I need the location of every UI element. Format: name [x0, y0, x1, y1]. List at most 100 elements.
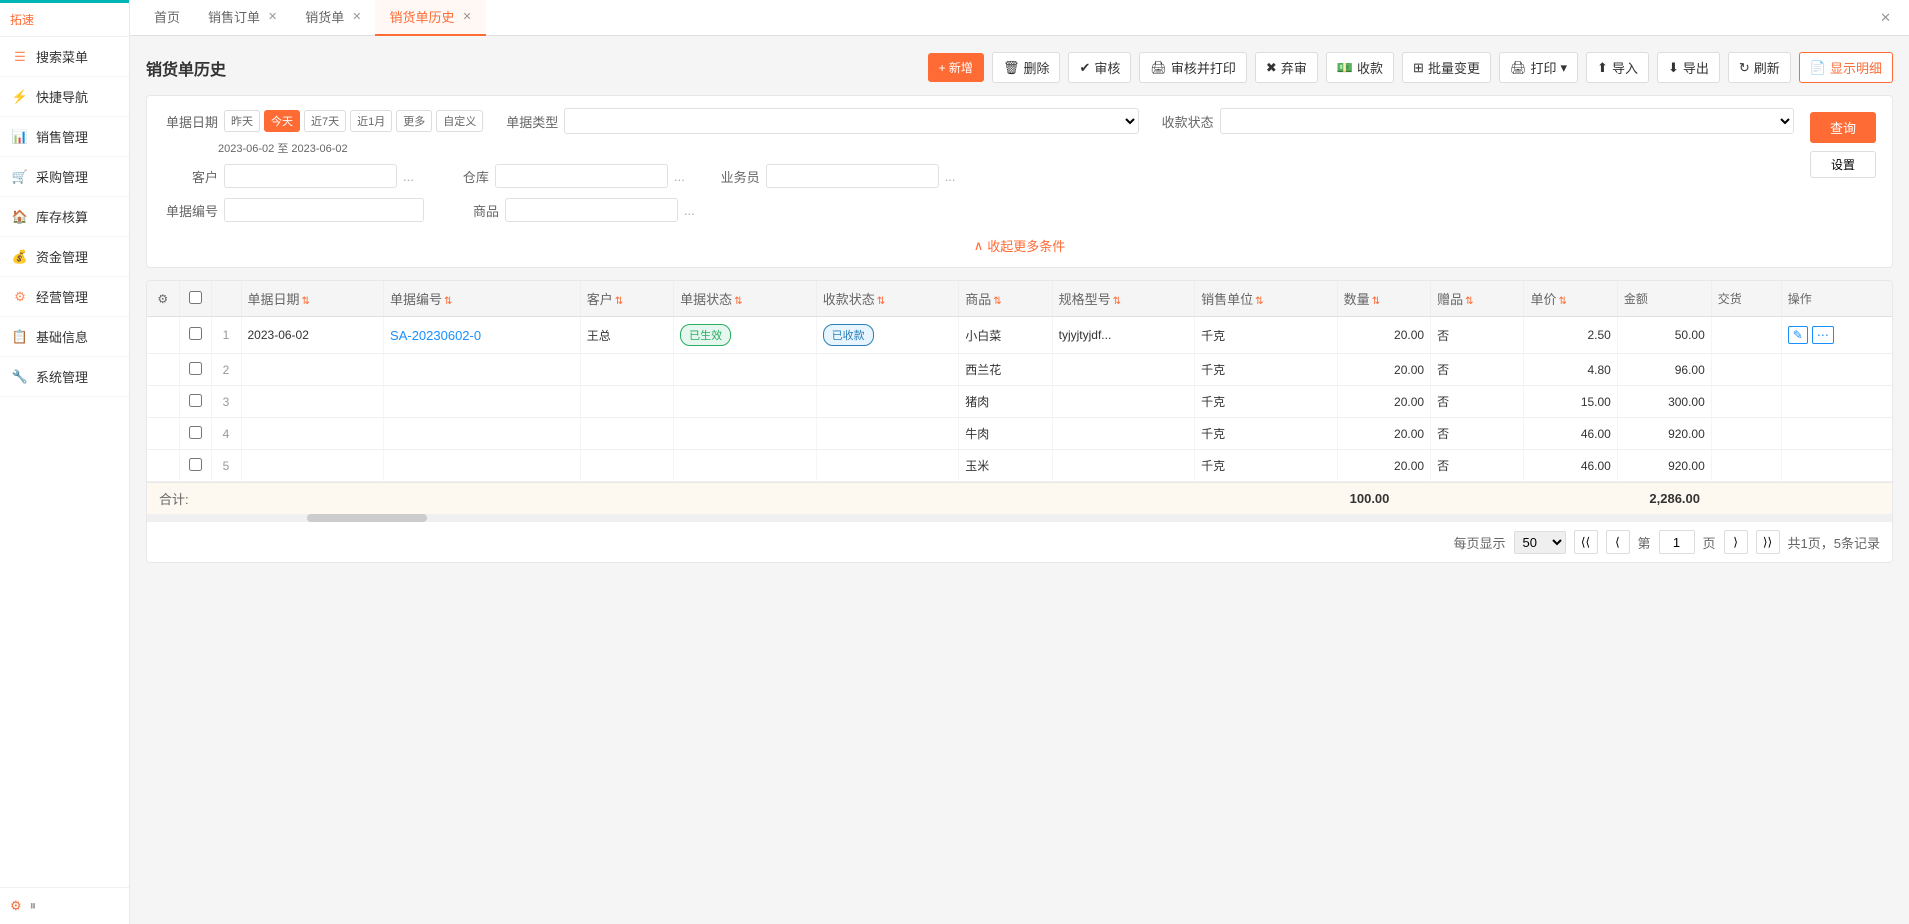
sidebar-item-sales-mgmt[interactable]: 📊 销售管理	[0, 117, 129, 157]
customer-dots[interactable]: ...	[403, 169, 414, 184]
sidebar-item-search-menu[interactable]: ☰ 搜索菜单	[0, 37, 129, 77]
sidebar-item-quick-nav[interactable]: ⚡ 快捷导航	[0, 77, 129, 117]
col-doc-status[interactable]: 单据状态⇅	[674, 281, 817, 317]
col-qty[interactable]: 数量⇅	[1337, 281, 1430, 317]
sidebar-item-inventory[interactable]: 🏠 库存核算	[0, 197, 129, 237]
row-checkbox-2[interactable]	[189, 394, 202, 407]
print-button[interactable]: 🖨 打印 ▾	[1499, 52, 1578, 83]
date-btn-yesterday[interactable]: 昨天	[224, 110, 260, 132]
row-check[interactable]	[179, 450, 211, 482]
prev-page-btn[interactable]: ⟨	[1606, 530, 1630, 554]
row-customer	[580, 386, 673, 418]
docno-input[interactable]	[224, 198, 424, 222]
sidebar-item-purchase-mgmt[interactable]: 🛒 采购管理	[0, 157, 129, 197]
query-button[interactable]: 查询	[1810, 112, 1876, 143]
goods-input[interactable]	[505, 198, 678, 222]
col-settings[interactable]: ⚙	[147, 281, 179, 317]
import-button[interactable]: ⬆ 导入	[1586, 52, 1649, 83]
sidebar-item-finance-mgmt[interactable]: 💰 资金管理	[0, 237, 129, 277]
tab-sales-history[interactable]: 销货单历史 ✕	[375, 0, 485, 36]
row-gift: 否	[1431, 450, 1524, 482]
scrollbar-thumb[interactable]	[307, 514, 427, 522]
doc-no-link[interactable]: SA-20230602-0	[390, 328, 481, 343]
row-checkbox-3[interactable]	[189, 426, 202, 439]
col-gift[interactable]: 赠品⇅	[1431, 281, 1524, 317]
date-btn-7days[interactable]: 近7天	[304, 110, 346, 132]
abandon-button[interactable]: ✖ 弃审	[1255, 52, 1318, 83]
col-spec[interactable]: 规格型号⇅	[1052, 281, 1195, 317]
last-page-btn[interactable]: ⟩⟩	[1756, 530, 1780, 554]
col-unit[interactable]: 销售单位⇅	[1195, 281, 1338, 317]
salesperson-input[interactable]	[766, 164, 939, 188]
doc-type-select[interactable]	[564, 108, 1138, 134]
table-header-row: ⚙ 单据日期⇅ 单据编号⇅ 客户⇅ 单据状态⇅ 收款状态⇅ 商品⇅ 规格型号⇅ …	[147, 281, 1892, 317]
sidebar-item-label: 销售管理	[36, 127, 88, 146]
date-btn-more[interactable]: 更多	[396, 110, 432, 132]
goods-dots[interactable]: ...	[684, 203, 695, 218]
row-check[interactable]	[179, 317, 211, 354]
sidebar-item-label: 采购管理	[36, 167, 88, 186]
row-settings	[147, 354, 179, 386]
col-doc-no[interactable]: 单据编号⇅	[384, 281, 581, 317]
row-unit-price: 15.00	[1524, 386, 1617, 418]
per-page-select[interactable]: 50 100 200	[1514, 531, 1566, 554]
close-sales-delivery-tab[interactable]: ✕	[352, 10, 361, 23]
col-unit-price[interactable]: 单价⇅	[1524, 281, 1617, 317]
refresh-button[interactable]: ↻ 刷新	[1728, 52, 1791, 83]
warehouse-input[interactable]	[495, 164, 668, 188]
row-amount: 96.00	[1617, 354, 1711, 386]
customer-input[interactable]	[224, 164, 397, 188]
col-goods[interactable]: 商品⇅	[959, 281, 1052, 317]
row-checkbox-1[interactable]	[189, 362, 202, 375]
total-label: 合计:	[159, 489, 219, 508]
page-number-input[interactable]	[1659, 530, 1695, 554]
row-actions: ✎⋯	[1781, 317, 1892, 354]
row-check[interactable]	[179, 418, 211, 450]
sidebar-item-sys-mgmt[interactable]: 🔧 系统管理	[0, 357, 129, 397]
display-detail-button[interactable]: 📄 显示明细	[1799, 52, 1893, 83]
row-doc-status	[674, 418, 817, 450]
audit-button[interactable]: ✔ 审核	[1068, 52, 1131, 83]
close-sales-history-tab[interactable]: ✕	[463, 10, 472, 23]
horizontal-scrollbar[interactable]	[147, 514, 1892, 522]
sidebar-item-ops-mgmt[interactable]: ⚙ 经营管理	[0, 277, 129, 317]
close-sales-order-tab[interactable]: ✕	[268, 10, 277, 23]
export-button[interactable]: ⬇ 导出	[1657, 52, 1720, 83]
setting-button[interactable]: 设置	[1810, 151, 1876, 178]
sidebar-settings-icon[interactable]: ⚙	[10, 898, 22, 914]
collapse-icon: ∧	[974, 238, 984, 254]
audit-print-button[interactable]: 🖨 审核并打印	[1139, 52, 1247, 83]
date-btn-1month[interactable]: 近1月	[350, 110, 392, 132]
first-page-btn[interactable]: ⟨⟨	[1574, 530, 1598, 554]
collect-button[interactable]: 💵 收款	[1326, 52, 1394, 83]
payment-status-select[interactable]	[1220, 108, 1794, 134]
select-all-checkbox[interactable]	[189, 291, 202, 304]
row-checkbox-4[interactable]	[189, 458, 202, 471]
col-payment-status[interactable]: 收款状态⇅	[816, 281, 959, 317]
delete-button[interactable]: 🗑 删除	[992, 52, 1061, 83]
date-btn-custom[interactable]: 自定义	[436, 110, 483, 132]
sidebar-item-basic-info[interactable]: 📋 基础信息	[0, 317, 129, 357]
row-check[interactable]	[179, 354, 211, 386]
col-customer[interactable]: 客户⇅	[580, 281, 673, 317]
tab-sales-delivery[interactable]: 销货单 ✕	[291, 0, 375, 36]
more-action-btn[interactable]: ⋯	[1812, 326, 1834, 344]
sidebar: 拓速 ☰ 搜索菜单 ⚡ 快捷导航 📊 销售管理 🛒 采购管理 🏠 库存核算 💰 …	[0, 0, 130, 924]
edit-action-btn[interactable]: ✎	[1788, 326, 1808, 344]
batch-change-button[interactable]: ⊞ 批量变更	[1402, 52, 1491, 83]
date-btn-today[interactable]: 今天	[264, 110, 300, 132]
tab-home[interactable]: 首页	[140, 0, 194, 36]
add-button[interactable]: + 新增	[928, 53, 984, 82]
next-page-btn[interactable]: ⟩	[1724, 530, 1748, 554]
close-window-icon[interactable]: ✕	[1872, 10, 1899, 26]
collapse-button[interactable]: ∧ 收起更多条件	[163, 232, 1876, 255]
tab-sales-order[interactable]: 销售订单 ✕	[194, 0, 291, 36]
col-doc-date[interactable]: 单据日期⇅	[241, 281, 384, 317]
row-check[interactable]	[179, 386, 211, 418]
row-checkbox-0[interactable]	[189, 327, 202, 340]
row-spec	[1052, 450, 1195, 482]
row-settings	[147, 450, 179, 482]
sidebar-collapse-icon[interactable]: ⏸	[30, 898, 37, 914]
warehouse-dots[interactable]: ...	[674, 169, 685, 184]
salesperson-dots[interactable]: ...	[945, 169, 956, 184]
